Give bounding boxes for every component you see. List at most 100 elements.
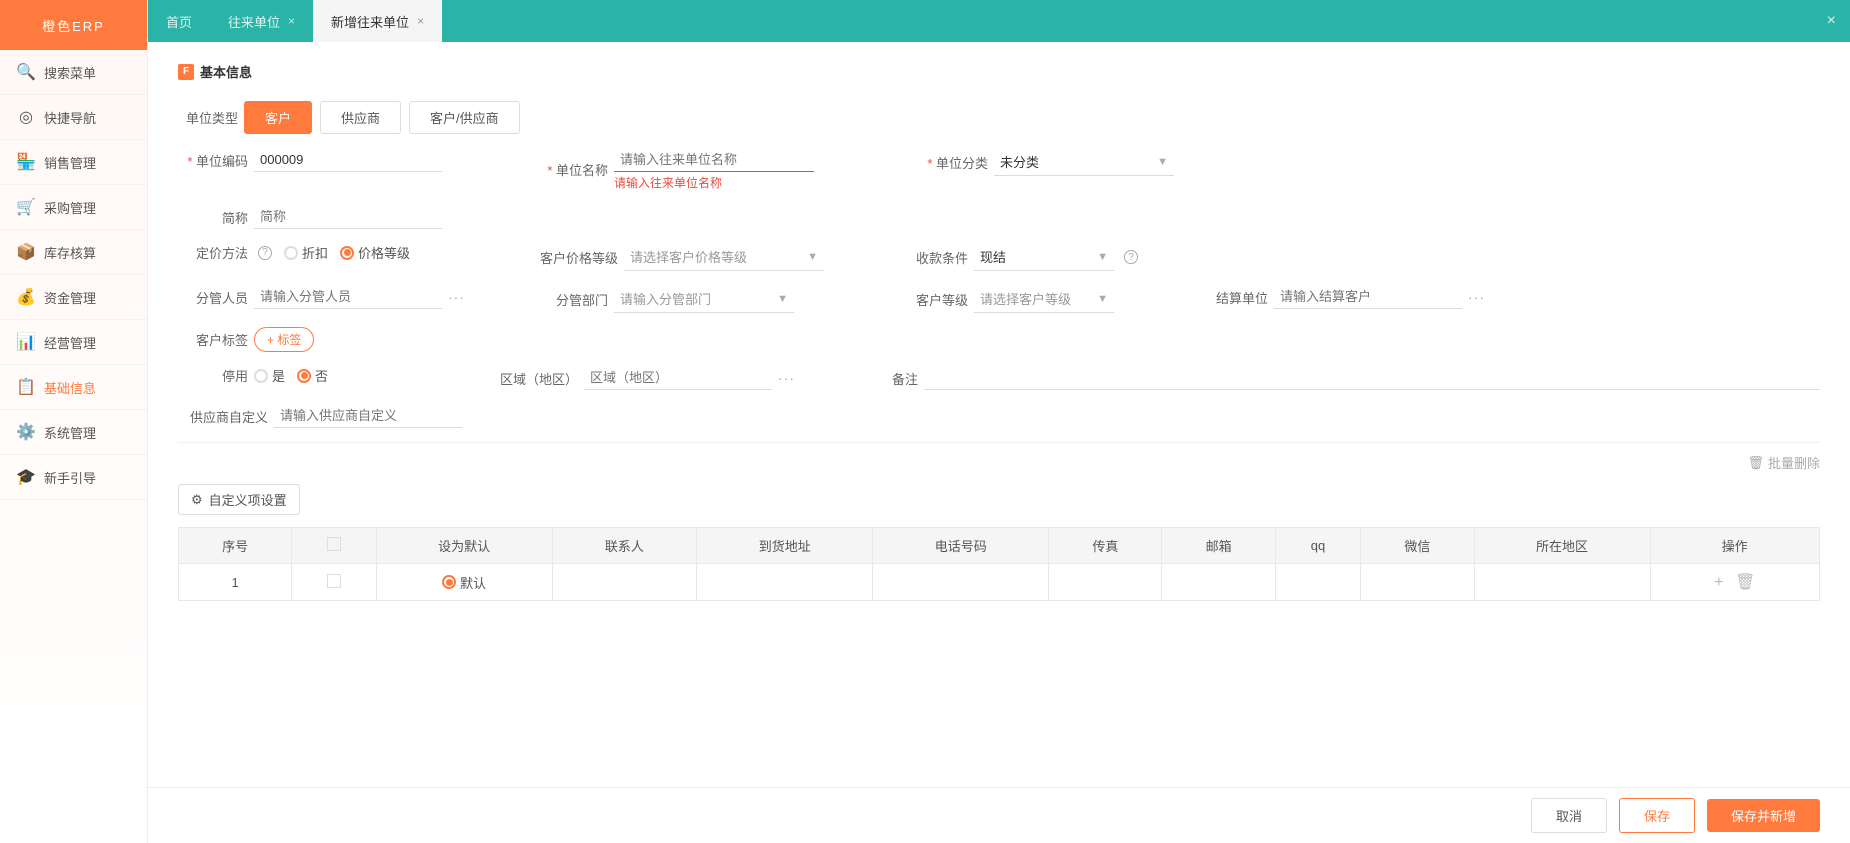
radio-discount-circle [284,246,298,260]
payment-terms-arrow: ▼ [1097,251,1108,263]
row-checkbox[interactable] [327,574,341,588]
cancel-button[interactable]: 取消 [1531,798,1607,833]
tab-partner[interactable]: 往来单位 × [210,0,313,42]
supplier-custom-input[interactable] [274,404,462,428]
sidebar-item-search[interactable]: 🔍 搜索菜单 [0,50,147,95]
abbr-input[interactable] [254,205,442,229]
sidebar-label-operation: 经营管理 [44,333,96,352]
unit-name-input[interactable] [614,148,814,172]
col-wechat: 微信 [1361,528,1474,564]
cell-wechat [1361,564,1474,601]
pricing-radio-group: 折扣 价格等级 [284,243,410,262]
type-btn-supplier[interactable]: 供应商 [320,101,401,134]
col-region: 所在地区 [1474,528,1650,564]
sidebar-label-system: 系统管理 [44,423,96,442]
payment-terms-select[interactable]: 现结 ▼ [974,243,1114,271]
region-more-btn[interactable]: ··· [778,370,795,386]
tab-close-all[interactable]: × [1813,12,1850,30]
disable-field: 停用 是 否 [178,366,458,385]
sidebar-item-purchase[interactable]: 🛒 采购管理 [0,185,147,230]
region-input[interactable] [584,366,772,390]
unit-code-field: 单位编码 [178,148,498,172]
col-address: 到货地址 [697,528,873,564]
main-container: 首页 往来单位 × 新增往来单位 × × F 基本信息 单位类型 客户 供应商 [148,0,1850,843]
manager-row: 分管人员 ··· 分管部门 请输入分管部门 ▼ 客户等级 请选择客户等级 ▼ 结… [178,285,1820,313]
finance-icon: 💰 [16,287,36,307]
col-checkbox [292,528,376,564]
sidebar-item-guide[interactable]: 🎓 新手引导 [0,455,147,500]
cell-region [1474,564,1650,601]
sidebar-item-sales[interactable]: 🏪 销售管理 [0,140,147,185]
remark-input[interactable] [924,366,1820,390]
department-select[interactable]: 请输入分管部门 ▼ [614,285,794,313]
customer-level-placeholder: 请选择客户等级 [980,289,1071,308]
settlement-input[interactable] [1274,285,1462,309]
row-delete-btn[interactable]: 🗑 [1731,574,1759,591]
tab-home[interactable]: 首页 [148,0,210,42]
manager-input[interactable] [254,285,442,309]
purchase-icon: 🛒 [16,197,36,217]
unit-category-select[interactable]: 未分类 ▼ [994,148,1174,176]
tag-add-button[interactable]: + 标签 [254,327,314,352]
unit-category-value: 未分类 [1000,152,1039,171]
customer-level-field: 客户等级 请选择客户等级 ▼ [898,285,1178,313]
sidebar-label-search: 搜索菜单 [44,63,96,82]
sidebar-label-basic: 基础信息 [44,378,96,397]
type-btn-both[interactable]: 客户/供应商 [409,101,520,134]
basic-icon: 📋 [16,377,36,397]
unit-type-field: 单位类型 客户 供应商 客户/供应商 [178,101,1820,134]
supplier-custom-row: 供应商自定义 [178,404,1820,428]
col-default: 设为默认 [376,528,552,564]
department-label: 分管部门 [538,290,608,309]
manager-more-btn[interactable]: ··· [448,289,465,305]
tag-field: 客户标签 + 标签 [178,327,1820,352]
sidebar-item-basic[interactable]: 📋 基础信息 [0,365,147,410]
type-btn-customer[interactable]: 客户 [244,101,312,134]
sales-icon: 🏪 [16,152,36,172]
cell-address [697,564,873,601]
select-all-checkbox[interactable] [327,537,341,551]
radio-disable-yes[interactable]: 是 [254,366,285,385]
radio-discount[interactable]: 折扣 [284,243,328,262]
tab-new-partner[interactable]: 新增往来单位 × [313,0,442,42]
row-default-radio[interactable]: 默认 [387,573,542,592]
sidebar-item-finance[interactable]: 💰 资金管理 [0,275,147,320]
batch-delete-btn[interactable]: 🗑 批量删除 [1747,453,1820,472]
payment-terms-help-icon[interactable]: ? [1124,250,1138,264]
disable-label: 停用 [178,366,248,385]
save-add-button[interactable]: 保存并新增 [1707,799,1820,832]
sidebar-item-system[interactable]: ⚙️ 系统管理 [0,410,147,455]
unit-category-label: 单位分类 [918,153,988,172]
radio-price-level-label: 价格等级 [358,243,410,262]
sidebar-item-inventory[interactable]: 📦 库存核算 [0,230,147,275]
custom-settings-button[interactable]: ⚙ 自定义项设置 [178,484,300,515]
sidebar-item-quick-nav[interactable]: ◎ 快捷导航 [0,95,147,140]
tab-partner-close[interactable]: × [288,14,295,28]
col-contact: 联系人 [552,528,697,564]
sidebar-label-purchase: 采购管理 [44,198,96,217]
supplier-custom-label: 供应商自定义 [178,407,268,426]
manager-field: 分管人员 ··· [178,285,498,309]
manager-label: 分管人员 [178,288,248,307]
settlement-more-btn[interactable]: ··· [1468,289,1485,305]
row-add-btn[interactable]: + [1710,574,1727,591]
section-title: F 基本信息 [178,62,1820,81]
form-divider [178,442,1820,443]
sidebar-item-operation[interactable]: 📊 经营管理 [0,320,147,365]
tab-new-partner-close[interactable]: × [417,14,424,28]
customer-price-level-field: 客户价格等级 请选择客户价格等级 ▼ [538,243,878,271]
settlement-field: 结算单位 ··· [1198,285,1485,309]
radio-price-level[interactable]: 价格等级 [340,243,410,262]
radio-disable-no[interactable]: 否 [297,366,328,385]
code-name-row: 单位编码 单位名称 请输入往来单位名称 单位分类 未分类 ▼ [178,148,1820,191]
cell-fax [1049,564,1162,601]
custom-settings-label: 自定义项设置 [209,490,287,509]
customer-price-level-select[interactable]: 请选择客户价格等级 ▼ [624,243,824,271]
customer-level-select[interactable]: 请选择客户等级 ▼ [974,285,1114,313]
quick-nav-icon: ◎ [16,107,36,127]
pricing-help-icon[interactable]: ? [258,246,272,260]
disable-radio-group: 是 否 [254,366,328,385]
unit-code-input[interactable] [254,148,442,172]
pricing-label: 定价方法 [178,243,248,262]
save-button[interactable]: 保存 [1619,798,1695,833]
